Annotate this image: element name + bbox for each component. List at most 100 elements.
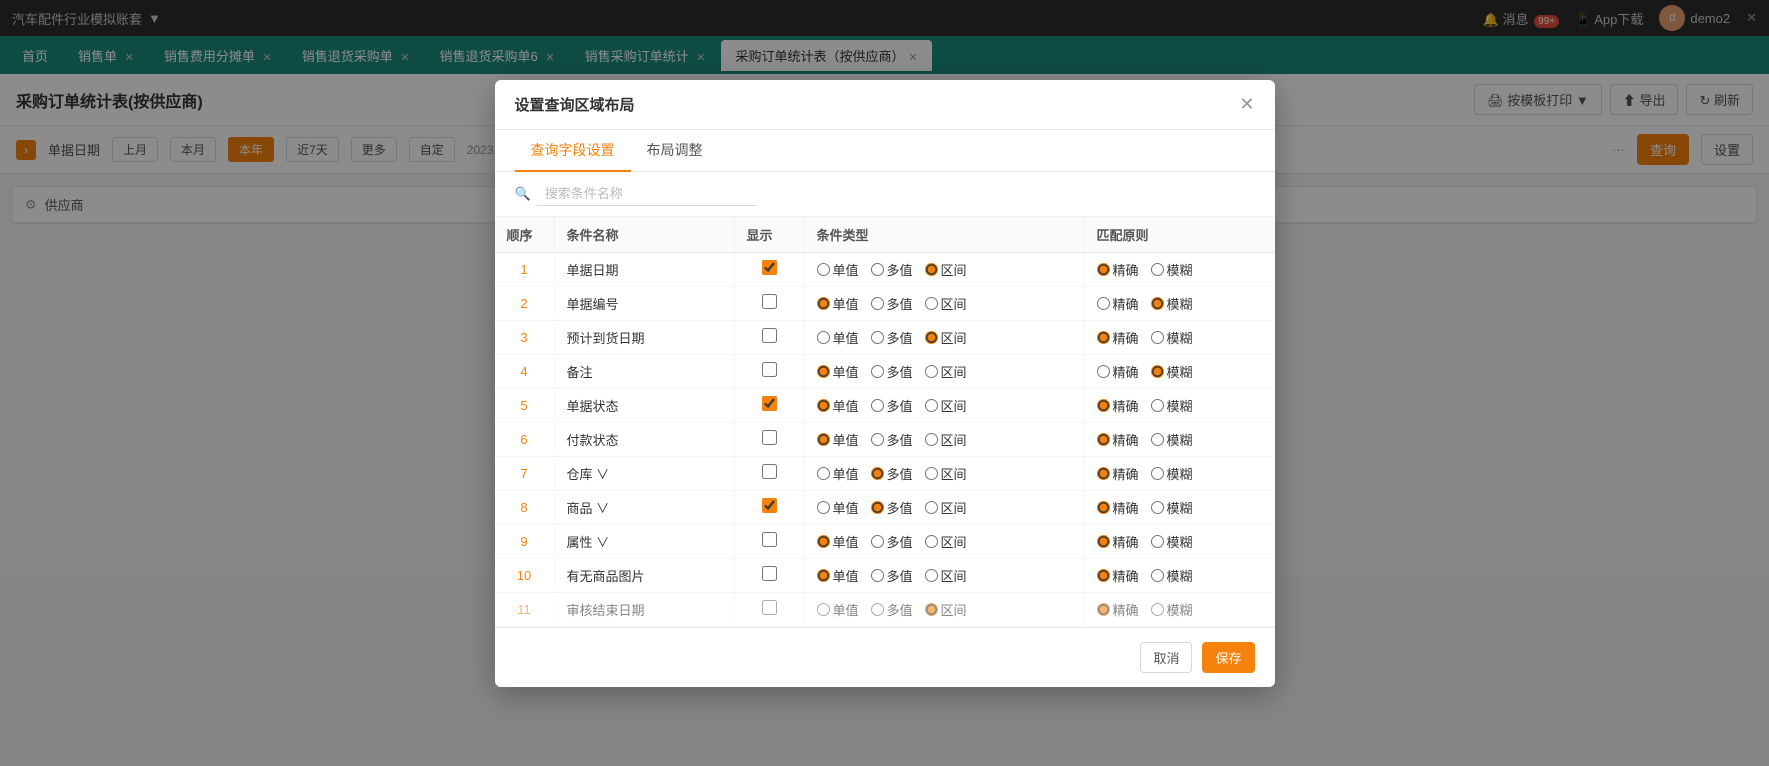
th-display: 显示 <box>735 217 805 252</box>
row-display <box>735 491 805 523</box>
type-radio-range[interactable] <box>925 501 938 514</box>
row-match: 精确 模糊 <box>1085 321 1275 354</box>
modal-body: 查询字段设置 布局调整 🔍 顺序 条件名称 显示 条件类型 匹配原则 <box>495 130 1275 627</box>
row-match: 精确 模糊 <box>1085 593 1275 626</box>
row-name: 属性 ∨ <box>555 525 735 558</box>
match-radio-exact[interactable] <box>1097 365 1110 378</box>
type-radio-single[interactable] <box>817 433 830 446</box>
tab-layout-adjust[interactable]: 布局调整 <box>631 130 719 172</box>
modal-overlay: 设置查询区域布局 ✕ 查询字段设置 布局调整 🔍 顺序 条件名称 显示 <box>0 0 1769 766</box>
type-radio-single[interactable] <box>817 263 830 276</box>
type-radio-multi[interactable] <box>871 331 884 344</box>
modal-title: 设置查询区域布局 <box>515 94 635 115</box>
type-radio-range[interactable] <box>925 433 938 446</box>
type-radio-single[interactable] <box>817 501 830 514</box>
type-radio-single[interactable] <box>817 331 830 344</box>
match-radio-exact[interactable] <box>1097 535 1110 548</box>
type-radio-range[interactable] <box>925 535 938 548</box>
type-radio-multi[interactable] <box>871 535 884 548</box>
display-checkbox[interactable] <box>762 328 777 343</box>
display-checkbox[interactable] <box>762 532 777 547</box>
match-radio-fuzzy[interactable] <box>1151 331 1164 344</box>
match-radio-exact[interactable] <box>1097 399 1110 412</box>
row-type: 单值 多值 区间 <box>805 423 1085 456</box>
row-name: 仓库 ∨ <box>555 457 735 490</box>
row-type: 单值 多值 区间 <box>805 253 1085 286</box>
type-radio-single[interactable] <box>817 365 830 378</box>
match-radio-exact[interactable] <box>1097 263 1110 276</box>
type-radio-range[interactable] <box>925 467 938 480</box>
row-display <box>735 457 805 489</box>
condition-search-input[interactable] <box>537 182 757 206</box>
table-row: 2 单据编号 单值 多值 区间 精确 <box>495 287 1275 321</box>
type-radio-multi[interactable] <box>871 467 884 480</box>
match-radio-fuzzy[interactable] <box>1151 297 1164 310</box>
match-radio-exact[interactable] <box>1097 467 1110 480</box>
match-radio-fuzzy[interactable] <box>1151 501 1164 514</box>
match-radio-fuzzy[interactable] <box>1151 365 1164 378</box>
display-checkbox[interactable] <box>762 430 777 445</box>
display-checkbox[interactable] <box>762 498 777 513</box>
type-radio-range[interactable] <box>925 569 938 582</box>
type-radio-range[interactable] <box>925 399 938 412</box>
display-checkbox[interactable] <box>762 294 777 309</box>
table-row: 6 付款状态 单值 多值 区间 精确 <box>495 423 1275 457</box>
type-radio-multi[interactable] <box>871 603 884 616</box>
type-radio-multi[interactable] <box>871 297 884 310</box>
match-radio-fuzzy[interactable] <box>1151 467 1164 480</box>
table-row: 1 单据日期 单值 多值 区间 精确 <box>495 253 1275 287</box>
type-radio-single[interactable] <box>817 535 830 548</box>
display-checkbox[interactable] <box>762 396 777 411</box>
match-radio-fuzzy[interactable] <box>1151 603 1164 616</box>
th-order: 顺序 <box>495 217 555 252</box>
row-match: 精确 模糊 <box>1085 253 1275 286</box>
row-match: 精确 模糊 <box>1085 457 1275 490</box>
match-radio-fuzzy[interactable] <box>1151 569 1164 582</box>
row-match: 精确 模糊 <box>1085 287 1275 320</box>
row-name: 单据状态 <box>555 389 735 422</box>
type-radio-multi[interactable] <box>871 263 884 276</box>
type-radio-multi[interactable] <box>871 365 884 378</box>
match-radio-fuzzy[interactable] <box>1151 263 1164 276</box>
row-order: 8 <box>495 493 555 522</box>
save-button[interactable]: 保存 <box>1202 642 1254 673</box>
type-radio-single[interactable] <box>817 569 830 582</box>
match-radio-exact[interactable] <box>1097 433 1110 446</box>
type-radio-range[interactable] <box>925 263 938 276</box>
type-radio-single[interactable] <box>817 399 830 412</box>
match-radio-exact[interactable] <box>1097 501 1110 514</box>
row-order: 7 <box>495 459 555 488</box>
type-radio-single[interactable] <box>817 297 830 310</box>
type-radio-range[interactable] <box>925 297 938 310</box>
type-radio-multi[interactable] <box>871 433 884 446</box>
type-radio-range[interactable] <box>925 365 938 378</box>
match-radio-exact[interactable] <box>1097 331 1110 344</box>
type-radio-single[interactable] <box>817 467 830 480</box>
display-checkbox[interactable] <box>762 464 777 479</box>
row-order: 4 <box>495 357 555 386</box>
match-radio-fuzzy[interactable] <box>1151 535 1164 548</box>
row-name: 付款状态 <box>555 423 735 456</box>
row-order: 9 <box>495 527 555 556</box>
modal-close-button[interactable]: ✕ <box>1239 94 1254 115</box>
match-radio-exact[interactable] <box>1097 569 1110 582</box>
match-radio-fuzzy[interactable] <box>1151 433 1164 446</box>
type-radio-multi[interactable] <box>871 501 884 514</box>
type-radio-range[interactable] <box>925 603 938 616</box>
display-checkbox[interactable] <box>762 566 777 581</box>
row-display <box>735 389 805 421</box>
match-radio-fuzzy[interactable] <box>1151 399 1164 412</box>
type-radio-multi[interactable] <box>871 399 884 412</box>
match-radio-exact[interactable] <box>1097 603 1110 616</box>
row-display <box>735 355 805 387</box>
display-checkbox[interactable] <box>762 260 777 275</box>
type-radio-range[interactable] <box>925 331 938 344</box>
display-checkbox[interactable] <box>762 362 777 377</box>
type-radio-multi[interactable] <box>871 569 884 582</box>
row-type: 单值 多值 区间 <box>805 389 1085 422</box>
cancel-button[interactable]: 取消 <box>1140 642 1192 673</box>
match-radio-exact[interactable] <box>1097 297 1110 310</box>
tab-query-fields[interactable]: 查询字段设置 <box>515 130 631 172</box>
type-radio-single[interactable] <box>817 603 830 616</box>
display-checkbox[interactable] <box>762 600 777 615</box>
